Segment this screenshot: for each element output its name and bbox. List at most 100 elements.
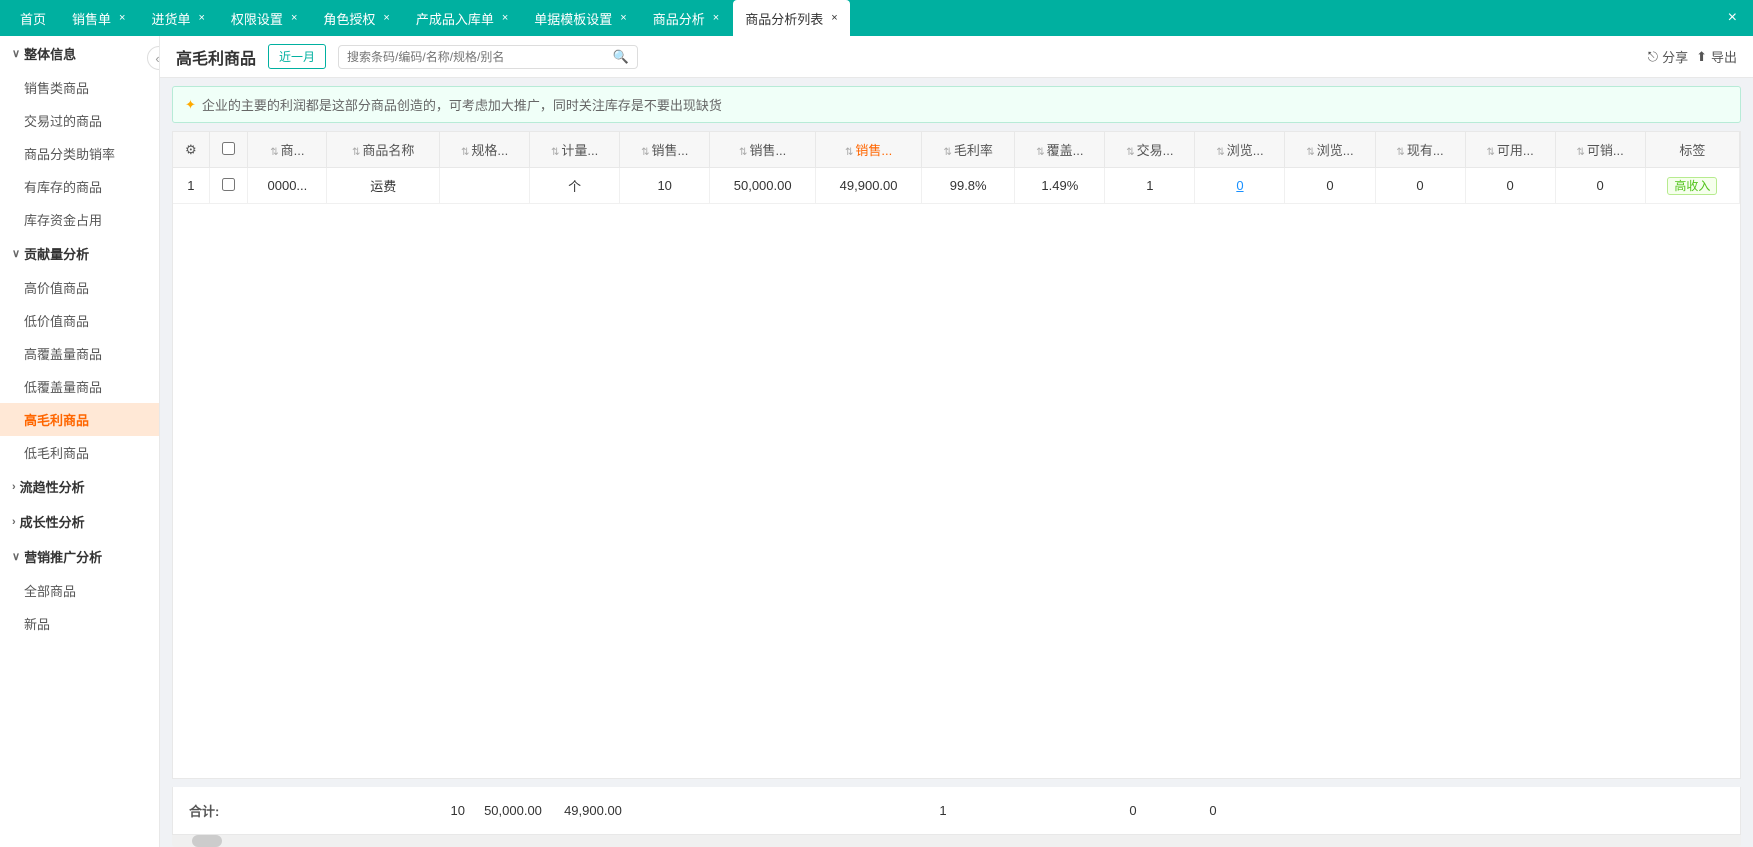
col-coverage[interactable]: ⇅覆盖...: [1015, 132, 1105, 168]
close-icon[interactable]: ×: [713, 12, 719, 24]
col-sales-amt[interactable]: ⇅销售...: [710, 132, 816, 168]
export-button[interactable]: ⬆ 导出: [1696, 47, 1737, 66]
row-checkbox[interactable]: [222, 178, 235, 191]
table-row: 1 0000... 运费 个 10 50,000.00 49,900.00 99…: [173, 168, 1740, 204]
scroll-thumb[interactable]: [192, 835, 222, 847]
data-table-container[interactable]: ⚙ ⇅商... ⇅商品名称 ⇅规格... ⇅计量... ⇅销售... ⇅销售..…: [172, 131, 1741, 779]
tab-permission-settings[interactable]: 权限设置 ×: [219, 0, 309, 36]
sidebar-item-high-coverage[interactable]: 高覆盖量商品: [0, 337, 159, 370]
sidebar-section-overall[interactable]: ∨ 整体信息: [0, 36, 159, 71]
cell-coverage: 1.49%: [1015, 168, 1105, 204]
tab-role-auth[interactable]: 角色授权 ×: [311, 0, 401, 36]
close-icon[interactable]: ×: [291, 12, 297, 24]
chevron-right-icon: ›: [12, 481, 16, 493]
chevron-down-icon: ∨: [12, 550, 20, 563]
sidebar-item-new-goods[interactable]: 新品: [0, 607, 159, 640]
tab-home[interactable]: 首页: [8, 0, 58, 36]
cell-spec: [440, 168, 530, 204]
tab-product-analysis-list[interactable]: 商品分析列表 ×: [733, 0, 849, 36]
notice-icon: ✦: [185, 97, 196, 113]
chevron-down-icon: ∨: [12, 247, 20, 260]
sidebar-item-high-value[interactable]: 高价值商品: [0, 271, 159, 304]
sidebar-item-traded-goods[interactable]: 交易过的商品: [0, 104, 159, 137]
cell-sales-qty: 10: [620, 168, 710, 204]
cell-browse2: 0: [1285, 168, 1375, 204]
col-available[interactable]: ⇅可用...: [1465, 132, 1555, 168]
col-code[interactable]: ⇅商...: [248, 132, 327, 168]
col-browse2[interactable]: ⇅浏览...: [1285, 132, 1375, 168]
col-gross-margin[interactable]: ⇅毛利率: [922, 132, 1015, 168]
window-close-icon[interactable]: ×: [1720, 9, 1745, 27]
search-icon[interactable]: 🔍: [613, 49, 629, 65]
cell-browse1[interactable]: 0: [1195, 168, 1285, 204]
tab-sales-order[interactable]: 销售单 ×: [60, 0, 137, 36]
cell-sellable: 0: [1555, 168, 1645, 204]
cell-code: 0000...: [248, 168, 327, 204]
sidebar-section-contribution[interactable]: ∨ 贡献量分析: [0, 236, 159, 271]
tab-template-settings[interactable]: 单据模板设置 ×: [522, 0, 638, 36]
col-name[interactable]: ⇅商品名称: [327, 132, 440, 168]
footer-spacer: [633, 805, 793, 817]
sidebar-item-low-margin[interactable]: 低毛利商品: [0, 436, 159, 469]
close-icon[interactable]: ×: [198, 12, 204, 24]
tab-purchase-order[interactable]: 进货单 ×: [139, 0, 216, 36]
col-sales-cost[interactable]: ⇅销售...: [816, 132, 922, 168]
close-icon[interactable]: ×: [119, 12, 125, 24]
col-spec[interactable]: ⇅规格...: [440, 132, 530, 168]
cell-name: 运费: [327, 168, 440, 204]
sidebar-section-marketing[interactable]: ∨ 营销推广分析: [0, 539, 159, 574]
cell-checkbox: [209, 168, 248, 204]
notice-bar: ✦ 企业的主要的利润都是这部分商品创造的，可考虑加大推广，同时关注库存是不要出现…: [172, 86, 1741, 123]
col-current-stock[interactable]: ⇅现有...: [1375, 132, 1465, 168]
share-icon: ⎋: [1648, 49, 1658, 65]
col-sellable[interactable]: ⇅可销...: [1555, 132, 1645, 168]
data-table: ⚙ ⇅商... ⇅商品名称 ⇅规格... ⇅计量... ⇅销售... ⇅销售..…: [173, 132, 1740, 204]
sidebar-item-stock-goods[interactable]: 有库存的商品: [0, 170, 159, 203]
content-area: 高毛利商品 近一月 🔍 ⎋ 分享 ⬆ 导出 ✦ 企业的主要的利润都是这部分商品创…: [160, 36, 1753, 847]
sidebar-item-all-goods[interactable]: 全部商品: [0, 574, 159, 607]
content-header: 高毛利商品 近一月 🔍 ⎋ 分享 ⬆ 导出: [160, 36, 1753, 78]
col-sales-qty[interactable]: ⇅销售...: [620, 132, 710, 168]
select-all-checkbox[interactable]: [222, 142, 235, 155]
close-icon[interactable]: ×: [620, 12, 626, 24]
footer-available: 0: [1093, 797, 1173, 824]
sidebar-item-high-margin[interactable]: 高毛利商品: [0, 403, 159, 436]
sidebar-item-category-rate[interactable]: 商品分类助销率: [0, 137, 159, 170]
table-footer: 合计: 10 50,000.00 49,900.00 1 0 0: [172, 787, 1741, 835]
sidebar-section-trend[interactable]: › 流趋性分析: [0, 469, 159, 504]
col-trade[interactable]: ⇅交易...: [1105, 132, 1195, 168]
footer-sales-amt: 50,000.00: [473, 797, 553, 824]
header-actions: ⎋ 分享 ⬆ 导出: [1648, 47, 1737, 66]
cell-unit: 个: [530, 168, 620, 204]
sidebar-section-growth[interactable]: › 成长性分析: [0, 504, 159, 539]
cell-tag: 高收入: [1645, 168, 1739, 204]
cell-sales-cost: 49,900.00: [816, 168, 922, 204]
close-icon[interactable]: ×: [502, 12, 508, 24]
search-box: 🔍: [338, 45, 638, 69]
search-input[interactable]: [347, 50, 613, 64]
chevron-down-icon: ∨: [12, 47, 20, 60]
date-filter-button[interactable]: 近一月: [268, 44, 326, 69]
footer-trade: 1: [793, 797, 1093, 824]
tab-product-analysis[interactable]: 商品分析 ×: [641, 0, 731, 36]
sidebar-item-low-value[interactable]: 低价值商品: [0, 304, 159, 337]
cell-current-stock: 0: [1375, 168, 1465, 204]
share-button[interactable]: ⎋ 分享: [1648, 47, 1688, 66]
settings-icon[interactable]: ⚙: [185, 142, 197, 157]
col-browse1[interactable]: ⇅浏览...: [1195, 132, 1285, 168]
sidebar-item-low-coverage[interactable]: 低覆盖量商品: [0, 370, 159, 403]
sidebar-item-sales-goods[interactable]: 销售类商品: [0, 71, 159, 104]
page-title: 高毛利商品: [176, 45, 256, 69]
cell-index: 1: [173, 168, 209, 204]
tab-product-inbound[interactable]: 产成品入库单 ×: [404, 0, 520, 36]
close-icon[interactable]: ×: [383, 12, 389, 24]
col-checkbox: [209, 132, 248, 168]
close-icon[interactable]: ×: [831, 12, 837, 24]
export-icon: ⬆: [1696, 49, 1707, 65]
main-layout: « ∨ 整体信息 销售类商品 交易过的商品 商品分类助销率 有库存的商品 库存资…: [0, 36, 1753, 847]
sidebar-item-stock-capital[interactable]: 库存资金占用: [0, 203, 159, 236]
horizontal-scrollbar[interactable]: [172, 835, 1741, 847]
col-settings[interactable]: ⚙: [173, 132, 209, 168]
footer-label: 合计:: [173, 795, 273, 826]
col-unit[interactable]: ⇅计量...: [530, 132, 620, 168]
